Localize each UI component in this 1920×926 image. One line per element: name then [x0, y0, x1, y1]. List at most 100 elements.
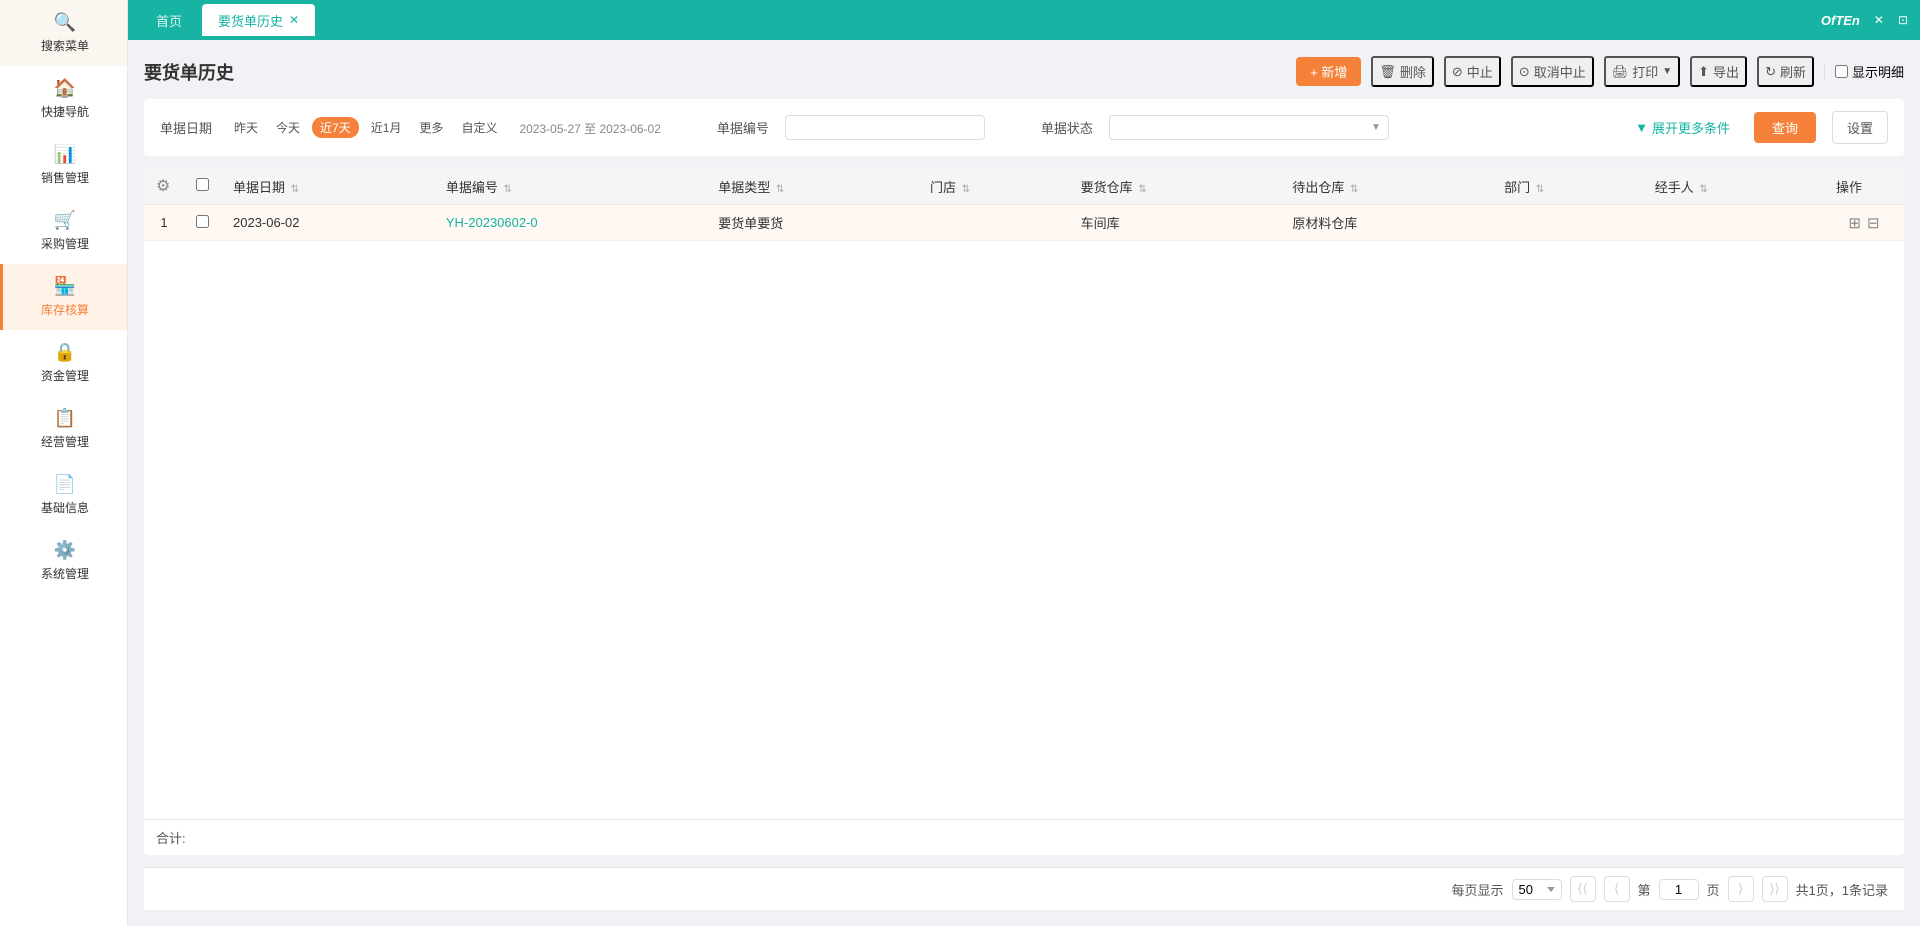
cancel-stop-icon: ⊙ — [1519, 64, 1530, 80]
tab-home[interactable]: 首页 — [140, 4, 198, 36]
th-department[interactable]: 部门 ⇅ — [1492, 168, 1643, 205]
show-detail-toggle[interactable]: 显示明细 — [1835, 62, 1904, 81]
sidebar-item-system-mgmt[interactable]: ⚙️ 系统管理 — [0, 528, 127, 594]
next-page-btn[interactable]: ⟩ — [1728, 876, 1754, 902]
prev-page-btn[interactable]: ⟨ — [1604, 876, 1630, 902]
brand-label: OfTEn — [1821, 13, 1860, 28]
sidebar-item-quick-nav[interactable]: 🏠 快捷导航 — [0, 66, 127, 132]
delete-icon: 🗑 — [1379, 64, 1396, 80]
row-checkbox[interactable] — [196, 215, 209, 228]
date-filter-label: 单据日期 — [160, 118, 212, 137]
table-header: ⚙ 单据日期 ⇅ 单据编号 ⇅ — [144, 168, 1904, 205]
print-chevron-icon: ▼ — [1662, 66, 1672, 77]
edit-action-icon[interactable]: ⊞ — [1848, 214, 1861, 232]
page-suffix-label: 页 — [1707, 880, 1720, 899]
new-button[interactable]: + 新增 — [1296, 57, 1361, 86]
cell-doc-number: YH-20230602-0 — [434, 205, 706, 241]
date-btn-custom[interactable]: 自定义 — [455, 117, 503, 138]
refresh-button[interactable]: ↻ 刷新 — [1757, 56, 1814, 87]
page-label: 第 — [1638, 880, 1651, 899]
cell-store — [918, 205, 1069, 241]
th-doc-number[interactable]: 单据编号 ⇅ — [434, 168, 706, 205]
stop-button[interactable]: ⊘ 中止 — [1444, 56, 1501, 87]
sidebar-item-inventory[interactable]: 🏪 库存核算 — [0, 264, 127, 330]
show-detail-checkbox[interactable] — [1835, 65, 1848, 78]
settings-button[interactable]: 设置 — [1832, 111, 1888, 144]
home-icon: 🏠 — [54, 78, 76, 99]
pagination-info: 共1页，1条记录 — [1796, 880, 1888, 899]
cancel-stop-button[interactable]: ⊙ 取消中止 — [1511, 56, 1594, 87]
th-handler[interactable]: 经手人 ⇅ — [1643, 168, 1824, 205]
doc-status-select-wrapper: ▼ — [1109, 115, 1389, 140]
page-header: 要货单历史 + 新增 🗑 删除 ⊘ 中止 ⊙ 取消中止 🖨 打印 — [144, 56, 1904, 87]
cell-row-num: 1 — [144, 205, 184, 241]
date-btn-today[interactable]: 今天 — [270, 117, 306, 138]
page-input[interactable] — [1659, 879, 1699, 900]
date-range-text: 2023-05-27 至 2023-06-02 — [519, 120, 660, 137]
table-settings-icon[interactable]: ⚙ — [156, 178, 170, 195]
doc-status-label: 单据状态 — [1041, 118, 1093, 137]
cell-department — [1492, 205, 1643, 241]
date-btn-last7[interactable]: 近7天 — [312, 117, 359, 138]
sort-doc-type-icon: ⇅ — [776, 184, 784, 195]
th-doc-type[interactable]: 单据类型 ⇅ — [706, 168, 918, 205]
sidebar-item-search-menu[interactable]: 🔍 搜索菜单 — [0, 0, 127, 66]
topbar-close-btn[interactable]: ✕ — [1874, 13, 1884, 27]
sidebar-item-sales-mgmt[interactable]: 📊 销售管理 — [0, 132, 127, 198]
print-button[interactable]: 🖨 打印 ▼ — [1604, 56, 1680, 87]
more-action-icon[interactable]: ⊟ — [1867, 214, 1880, 232]
sidebar-item-purchase-mgmt[interactable]: 🛒 采购管理 — [0, 198, 127, 264]
page-container: 要货单历史 + 新增 🗑 删除 ⊘ 中止 ⊙ 取消中止 🖨 打印 — [128, 40, 1920, 926]
data-table: ⚙ 单据日期 ⇅ 单据编号 ⇅ — [144, 168, 1904, 241]
th-req-warehouse[interactable]: 要货仓库 ⇅ — [1069, 168, 1281, 205]
query-button[interactable]: 查询 — [1754, 112, 1816, 143]
expand-filter-btn[interactable]: ▼ 展开更多条件 — [1635, 118, 1730, 137]
doc-icon: 📄 — [54, 474, 76, 495]
tab-close-icon[interactable]: ✕ — [289, 13, 299, 27]
toolbar: + 新增 🗑 删除 ⊘ 中止 ⊙ 取消中止 🖨 打印 ▼ — [1296, 56, 1904, 87]
th-doc-date[interactable]: 单据日期 ⇅ — [221, 168, 434, 205]
toolbar-separator — [1824, 63, 1825, 81]
chart-icon: 📊 — [54, 144, 76, 165]
doc-number-input[interactable] — [785, 115, 985, 140]
gear-icon: ⚙️ — [54, 540, 76, 561]
th-pending-warehouse[interactable]: 待出仓库 ⇅ — [1280, 168, 1492, 205]
sidebar: 🔍 搜索菜单 🏠 快捷导航 📊 销售管理 🛒 采购管理 🏪 库存核算 🔒 资金管… — [0, 0, 128, 926]
date-btn-last-month[interactable]: 近1月 — [365, 117, 408, 138]
search-menu-icon: 🔍 — [54, 12, 76, 33]
per-page-label: 每页显示 — [1451, 880, 1503, 899]
date-btn-more[interactable]: 更多 — [413, 117, 449, 138]
sort-handler-icon: ⇅ — [1699, 184, 1707, 195]
date-btn-yesterday[interactable]: 昨天 — [228, 117, 264, 138]
first-page-btn[interactable]: ⟨⟨ — [1570, 876, 1596, 902]
tab-requisition-history[interactable]: 要货单历史 ✕ — [202, 4, 315, 36]
sort-req-warehouse-icon: ⇅ — [1138, 184, 1146, 195]
sort-doc-date-icon: ⇅ — [291, 184, 299, 195]
date-filter-buttons: 昨天 今天 近7天 近1月 更多 自定义 — [228, 117, 503, 138]
sidebar-item-finance-mgmt[interactable]: 🔒 资金管理 — [0, 330, 127, 396]
lock-icon: 🔒 — [54, 342, 76, 363]
date-range-display: 2023-05-27 至 2023-06-02 — [519, 118, 660, 137]
cell-doc-type: 要货单要货 — [706, 205, 918, 241]
export-button[interactable]: ⬆ 导出 — [1690, 56, 1747, 87]
doc-status-input[interactable] — [1109, 115, 1389, 140]
cell-handler — [1643, 205, 1824, 241]
table-empty-space — [144, 241, 1904, 819]
page-title: 要货单历史 — [144, 59, 234, 85]
last-page-btn[interactable]: ⟩⟩ — [1762, 876, 1788, 902]
store-icon: 🏪 — [54, 276, 76, 297]
th-store[interactable]: 门店 ⇅ — [918, 168, 1069, 205]
doc-number-link[interactable]: YH-20230602-0 — [446, 215, 538, 230]
delete-button[interactable]: 🗑 删除 — [1371, 56, 1434, 87]
topbar-restore-btn[interactable]: ⊡ — [1898, 13, 1908, 27]
clipboard-icon: 📋 — [54, 408, 76, 429]
th-settings: ⚙ — [144, 168, 184, 205]
per-page-select[interactable]: 20 50 100 200 — [1512, 879, 1562, 900]
sidebar-item-basic-info[interactable]: 📄 基础信息 — [0, 462, 127, 528]
sort-store-icon: ⇅ — [962, 184, 970, 195]
sidebar-item-operations-mgmt[interactable]: 📋 经营管理 — [0, 396, 127, 462]
pagination-bar: 每页显示 20 50 100 200 ⟨⟨ ⟨ 第 页 ⟩ ⟩⟩ 共1页，1条记… — [144, 867, 1904, 910]
footer-total-label: 合计: — [156, 828, 186, 847]
select-all-checkbox[interactable] — [196, 178, 209, 191]
topbar: 首页 要货单历史 ✕ OfTEn ✕ ⊡ — [128, 0, 1920, 40]
